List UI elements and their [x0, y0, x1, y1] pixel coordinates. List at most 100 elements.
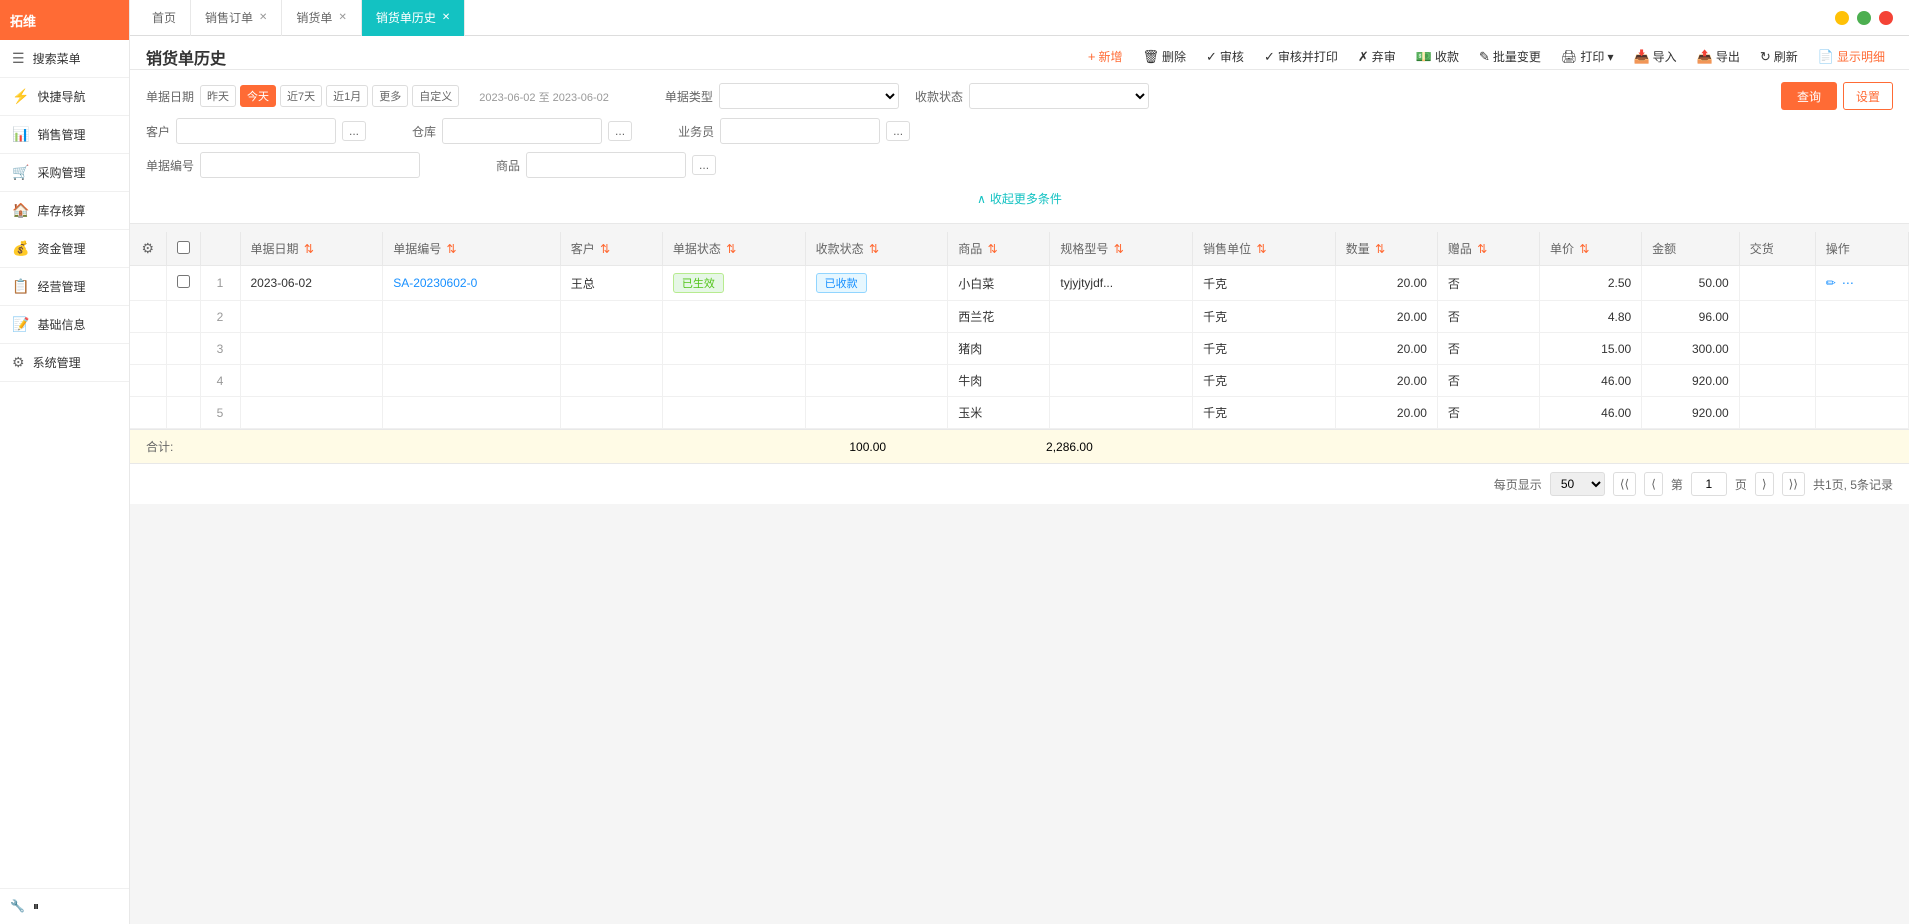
window-close-btn[interactable]: [1879, 11, 1893, 25]
checkbox-cell[interactable]: [166, 301, 200, 333]
warehouse-ellipsis-btn[interactable]: ...: [608, 121, 632, 141]
edit-action-link[interactable]: ✏: [1826, 276, 1836, 290]
next-page-btn[interactable]: ⟩: [1755, 472, 1774, 496]
sidebar-item-quick-nav[interactable]: ⚡ 快捷导航: [0, 78, 129, 116]
date-1month-btn[interactable]: 近1月: [326, 85, 368, 107]
refresh-button[interactable]: ↻ 刷新: [1752, 44, 1806, 69]
checkbox-cell[interactable]: [166, 397, 200, 429]
qty-col-header[interactable]: 数量 ⇅: [1335, 232, 1437, 266]
date-yesterday-btn[interactable]: 昨天: [200, 85, 236, 107]
doc-no-cell[interactable]: [383, 397, 561, 429]
tab-sales-goods-history[interactable]: 销货单历史 ✕: [362, 0, 465, 36]
unit-price-col-header[interactable]: 单价 ⇅: [1540, 232, 1642, 266]
payment-status-select[interactable]: [969, 83, 1149, 109]
customer-sort-icon[interactable]: ⇅: [600, 242, 610, 256]
doc-status-sort-icon[interactable]: ⇅: [726, 242, 736, 256]
spec-cell: [1050, 333, 1193, 365]
settings-button[interactable]: 设置: [1843, 82, 1893, 110]
tab-sales-goods-close[interactable]: ✕: [338, 12, 346, 23]
unit-sort-icon[interactable]: ⇅: [1256, 242, 1266, 256]
last-page-btn[interactable]: ⟩⟩: [1782, 472, 1805, 496]
doc-no-cell[interactable]: [383, 333, 561, 365]
doc-no-cell[interactable]: SA-20230602-0: [383, 266, 561, 301]
sidebar-item-sales-mgmt[interactable]: 📊 销售管理: [0, 116, 129, 154]
doc-type-select[interactable]: [719, 83, 899, 109]
goods-col-header[interactable]: 商品 ⇅: [948, 232, 1050, 266]
goods-sort-icon[interactable]: ⇅: [988, 242, 998, 256]
sidebar-item-ops-mgmt[interactable]: 📋 经营管理: [0, 268, 129, 306]
date-more-btn[interactable]: 更多: [372, 85, 408, 107]
window-maximize-btn[interactable]: [1857, 11, 1871, 25]
window-minimize-btn[interactable]: [1835, 11, 1849, 25]
spec-sort-icon[interactable]: ⇅: [1114, 242, 1124, 256]
tab-home[interactable]: 首页: [138, 0, 191, 36]
row-checkbox[interactable]: [177, 275, 190, 288]
tab-sales-goods[interactable]: 销货单 ✕: [282, 0, 361, 36]
sidebar-item-inventory[interactable]: 🏠 库存核算: [0, 192, 129, 230]
checkbox-cell[interactable]: [166, 365, 200, 397]
doc-no-cell[interactable]: [383, 365, 561, 397]
column-settings-icon[interactable]: ⚙: [141, 240, 154, 256]
collapse-filter-btn[interactable]: ∧ 收起更多条件: [146, 186, 1893, 211]
sidebar-item-search-menu[interactable]: ☰ 搜索菜单: [0, 40, 129, 78]
first-page-btn[interactable]: ⟨⟨: [1613, 472, 1636, 496]
tab-sales-order[interactable]: 销售订单 ✕: [191, 0, 282, 36]
audit-print-button[interactable]: ✓ 审核并打印: [1256, 44, 1346, 69]
page-size-select[interactable]: 50 100 200: [1550, 472, 1605, 496]
select-all-checkbox[interactable]: [177, 241, 190, 254]
abandon-button[interactable]: ✗ 弃审: [1350, 44, 1404, 69]
spec-col-header[interactable]: 规格型号 ⇅: [1050, 232, 1193, 266]
doc-status-col-header[interactable]: 单据状态 ⇅: [662, 232, 805, 266]
customer-col-header[interactable]: 客户 ⇅: [560, 232, 662, 266]
sidebar-item-finance-mgmt[interactable]: 💰 资金管理: [0, 230, 129, 268]
transaction-cell: [1739, 365, 1815, 397]
checkbox-cell[interactable]: [166, 333, 200, 365]
customer-ellipsis-btn[interactable]: ...: [342, 121, 366, 141]
unit-price-sort-icon[interactable]: ⇅: [1579, 242, 1589, 256]
qty-sort-icon[interactable]: ⇅: [1375, 242, 1385, 256]
show-detail-button[interactable]: 📄 显示明细: [1810, 44, 1893, 69]
checkbox-col-header[interactable]: [166, 232, 200, 266]
payment-status-sort-icon[interactable]: ⇅: [869, 242, 879, 256]
doc-date-sort-icon[interactable]: ⇅: [304, 242, 314, 256]
sidebar-bottom-icon1[interactable]: 🔧: [10, 899, 25, 914]
date-custom-btn[interactable]: 自定义: [412, 85, 459, 107]
more-action-link[interactable]: ⋯: [1842, 276, 1854, 290]
delete-button[interactable]: 🗑 删除: [1134, 44, 1194, 69]
date-7days-btn[interactable]: 近7天: [280, 85, 322, 107]
page-number-input[interactable]: [1691, 472, 1727, 496]
customer-input[interactable]: [176, 118, 336, 144]
batch-change-button[interactable]: ✎ 批量变更: [1471, 44, 1549, 69]
payment-status-col-header[interactable]: 收款状态 ⇅: [805, 232, 948, 266]
gift-col-header[interactable]: 赠品 ⇅: [1437, 232, 1539, 266]
date-today-btn[interactable]: 今天: [240, 85, 276, 107]
doc-no-sort-icon[interactable]: ⇅: [447, 242, 457, 256]
prev-page-btn[interactable]: ⟨: [1644, 472, 1663, 496]
salesperson-input[interactable]: [720, 118, 880, 144]
tab-sales-order-close[interactable]: ✕: [259, 12, 267, 23]
warehouse-input[interactable]: [442, 118, 602, 144]
sidebar-item-basic-info[interactable]: 📝 基础信息: [0, 306, 129, 344]
sidebar-item-sys-mgmt[interactable]: ⚙ 系统管理: [0, 344, 129, 382]
doc-date-col-header[interactable]: 单据日期 ⇅: [240, 232, 383, 266]
unit-col-header[interactable]: 销售单位 ⇅: [1193, 232, 1336, 266]
export-button[interactable]: 📤 导出: [1689, 44, 1748, 69]
search-button[interactable]: 查询: [1781, 82, 1837, 110]
checkbox-cell[interactable]: [166, 266, 200, 301]
salesperson-ellipsis-btn[interactable]: ...: [886, 121, 910, 141]
doc-no-input[interactable]: [200, 152, 420, 178]
settings-col-header[interactable]: ⚙: [130, 232, 166, 266]
sidebar-item-purchase-mgmt[interactable]: 🛒 采购管理: [0, 154, 129, 192]
doc-no-cell[interactable]: [383, 301, 561, 333]
collect-button[interactable]: 💵 收款: [1408, 44, 1467, 69]
goods-input[interactable]: [526, 152, 686, 178]
new-button[interactable]: + 新增: [1080, 44, 1131, 69]
tab-sales-goods-history-close[interactable]: ✕: [442, 12, 450, 23]
print-button[interactable]: 🖨 打印 ▾: [1553, 44, 1622, 69]
sidebar-bottom-icon2[interactable]: ⏸: [33, 899, 39, 914]
import-button[interactable]: 📥 导入: [1625, 44, 1684, 69]
audit-button[interactable]: ✓ 审核: [1198, 44, 1252, 69]
doc-no-col-header[interactable]: 单据编号 ⇅: [383, 232, 561, 266]
goods-ellipsis-btn[interactable]: ...: [692, 155, 716, 175]
gift-sort-icon[interactable]: ⇅: [1477, 242, 1487, 256]
